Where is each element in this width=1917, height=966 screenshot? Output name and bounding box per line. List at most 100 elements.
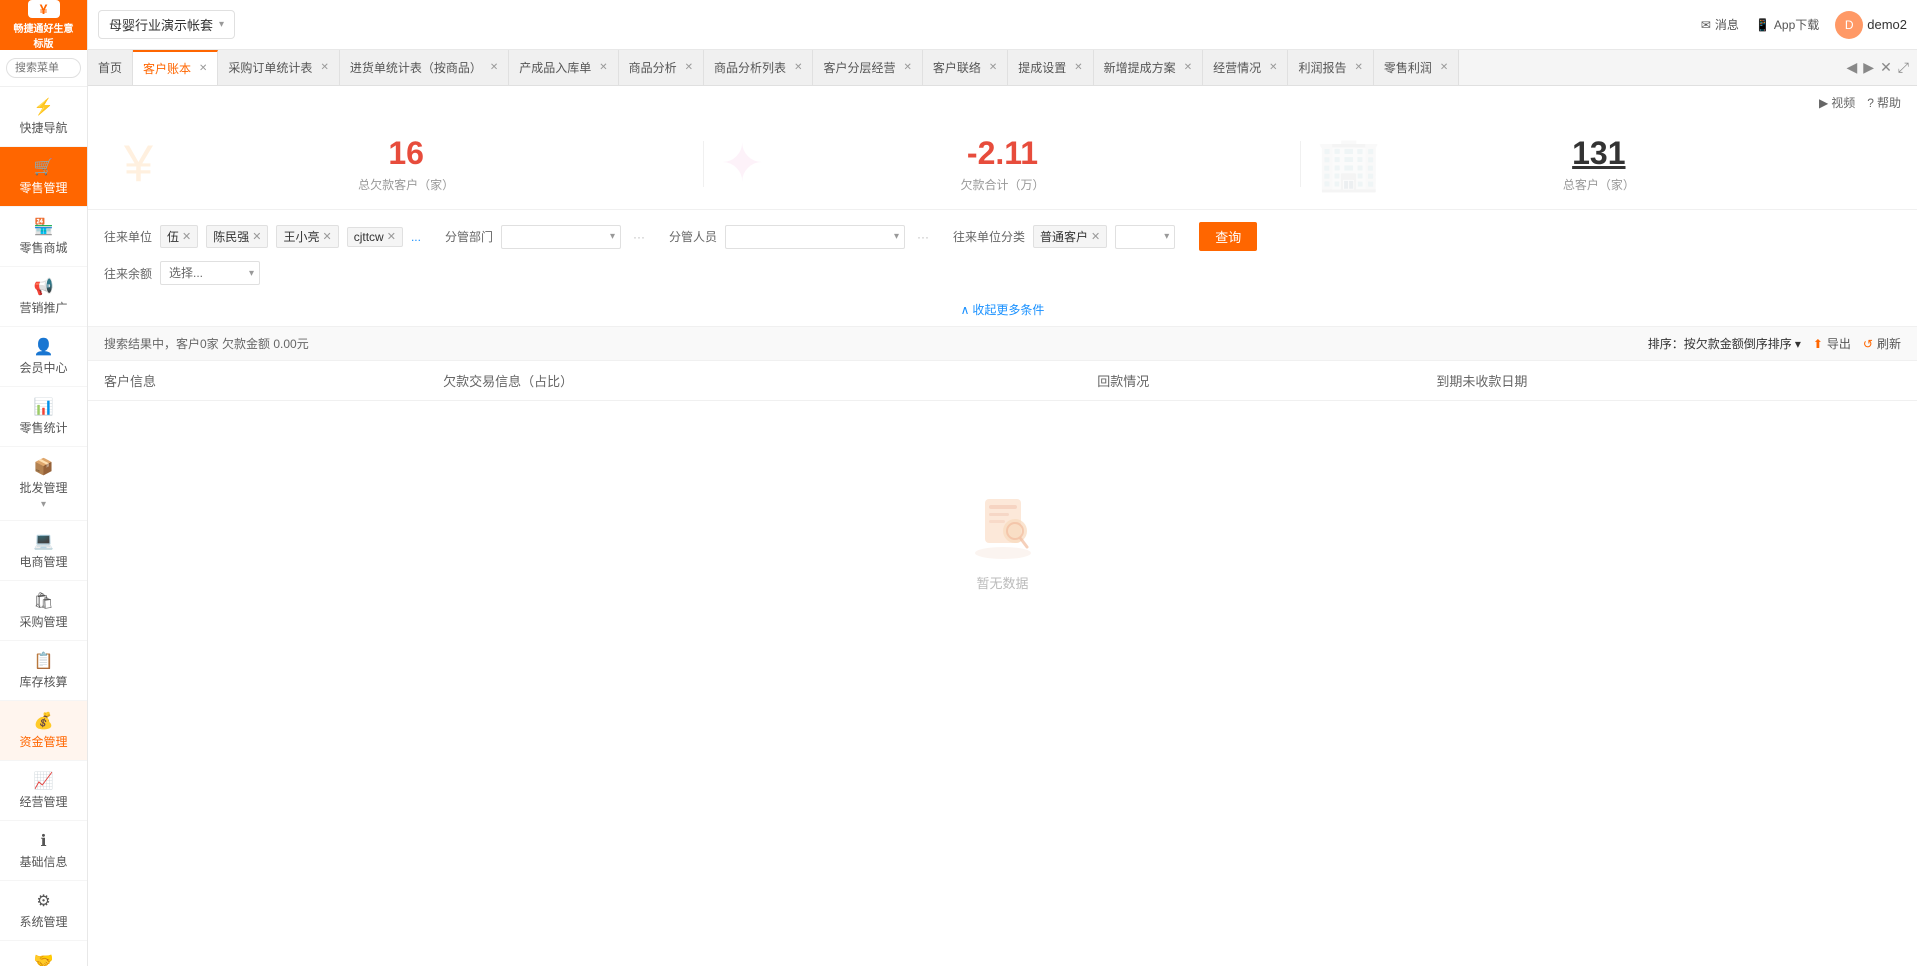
message-button[interactable]: ✉ 消息 [1701,16,1739,33]
sidebar-item-ecommerce[interactable]: 💻 电商管理 [0,521,87,581]
tab-customer-ledger[interactable]: 客户账本 ✕ [133,50,218,85]
sidebar-item-label: 营销推广 [0,299,87,316]
sidebar-item-inventory[interactable]: 📋 库存核算 [0,641,87,701]
sidebar-item-basic-info[interactable]: ℹ 基础信息 [0,821,87,881]
remove-tag-cjttcw[interactable]: ✕ [387,230,396,243]
close-icon[interactable]: ✕ [1440,62,1448,73]
remove-tag-wang[interactable]: ✕ [323,230,332,243]
tab-operations[interactable]: 经营情况 ✕ [1203,50,1288,85]
tab-product-analysis-list[interactable]: 商品分析列表 ✕ [704,50,813,85]
sidebar-item-business-mgmt[interactable]: 📈 经营管理 [0,761,87,821]
sidebar-item-enterprise-collab[interactable]: 🤝 企业协同 [0,941,87,966]
sort-selector[interactable]: 排序：按欠款金额倒序排序 ▾ [1648,335,1801,352]
collapse-arrow-icon: ∧ [961,303,970,317]
empty-state: 暂无数据 [88,401,1917,652]
close-icon[interactable]: ✕ [794,62,802,73]
tab-home[interactable]: 首页 [88,50,133,85]
balance-select[interactable]: 选择... [160,261,260,285]
close-icon[interactable]: ✕ [903,62,911,73]
video-help-button[interactable]: ▶ 视频 [1819,94,1855,111]
tab-product-inbound[interactable]: 产成品入库单 ✕ [509,50,618,85]
tab-customer-tier[interactable]: 客户分层经营 ✕ [813,50,922,85]
close-icon[interactable]: ✕ [490,62,498,73]
remove-tag-wu[interactable]: ✕ [182,230,191,243]
account-selector[interactable]: 母婴行业演示帐套 ▾ [98,10,235,39]
close-icon[interactable]: ✕ [1184,62,1192,73]
tab-stock-stats[interactable]: 进货单统计表（按商品） ✕ [340,50,509,85]
tab-profit-report[interactable]: 利润报告 ✕ [1288,50,1373,85]
category-select-wrapper[interactable] [1115,225,1175,249]
user-menu[interactable]: D demo2 [1835,11,1907,39]
dept-select[interactable] [501,225,621,249]
close-icon[interactable]: ✕ [685,62,693,73]
tab-retail-profit[interactable]: 零售利润 ✕ [1374,50,1459,85]
wholesale-icon: 📦 [0,457,87,477]
tab-customer-contact[interactable]: 客户联络 ✕ [923,50,1008,85]
dept-select-wrapper[interactable] [501,225,621,249]
sidebar-item-wholesale[interactable]: 📦 批发管理 ▾ [0,447,87,521]
sidebar-item-finance[interactable]: 💰 资金管理 [0,701,87,761]
sidebar-item-retail-mgmt[interactable]: 🛒 零售管理 [0,147,87,207]
sidebar-item-label: 资金管理 [0,733,87,750]
tab-customer-ledger-close[interactable]: ✕ [199,63,207,74]
sidebar-item-marketing[interactable]: 📢 营销推广 [0,267,87,327]
help-button[interactable]: ? 帮助 [1867,94,1901,111]
stat-label-debt: 欠款合计（万） [704,176,1300,193]
remove-tag-normal-customer[interactable]: ✕ [1091,230,1100,243]
close-icon[interactable]: ✕ [1269,62,1277,73]
category-select[interactable] [1115,225,1175,249]
collapse-button[interactable]: ∧ 收起更多条件 [961,301,1045,318]
tab-new-commission[interactable]: 新增提成方案 ✕ [1094,50,1203,85]
tab-product-analysis[interactable]: 商品分析 ✕ [619,50,704,85]
app-download-button[interactable]: 📱 App下载 [1755,16,1819,33]
dept-clear-icon[interactable]: ··· [633,230,645,244]
close-icon[interactable]: ✕ [989,62,997,73]
marketing-icon: 📢 [0,277,87,297]
selector-arrow-icon: ▾ [219,19,224,30]
col-customer-info: 客户信息 [88,361,427,401]
person-select-wrapper[interactable] [725,225,905,249]
tab-commission-settings[interactable]: 提成设置 ✕ [1008,50,1093,85]
close-icon[interactable]: ✕ [320,62,328,73]
query-button[interactable]: 查询 [1199,222,1257,251]
account-label: 母婴行业演示帐套 [109,15,213,34]
sidebar-item-purchase[interactable]: 🛍 采购管理 [0,581,87,641]
close-icon[interactable]: ✕ [1074,62,1082,73]
sidebar-item-label: 零售管理 [0,179,87,196]
refresh-button[interactable]: ↺ 刷新 [1863,335,1901,352]
logo-text: 畅捷通好生意 [14,20,74,35]
sidebar-item-label: 快捷导航 [0,119,87,136]
search-input[interactable] [6,58,81,78]
empty-text: 暂无数据 [976,573,1028,592]
filter-tag-chen: 陈民强 ✕ [206,225,268,248]
tab-expand-icon[interactable]: ⤢ [1898,59,1909,76]
tab-close-all-icon[interactable]: ✕ [1880,59,1892,76]
message-icon: ✉ [1701,18,1711,32]
sidebar-item-quick-nav[interactable]: ⚡ 快捷导航 [0,87,87,147]
sidebar: ¥ 畅捷通好生意 标版 ⚡ 快捷导航 🛒 零售管理 🏪 零售商城 📢 营销推广 … [0,0,88,966]
username-label: demo2 [1867,17,1907,32]
sort-label: 排序：按欠款金额倒序排序 [1648,335,1792,352]
sidebar-item-retail-mall[interactable]: 🏪 零售商城 [0,207,87,267]
sidebar-item-system[interactable]: ⚙ 系统管理 [0,881,87,941]
data-table: 客户信息 欠款交易信息（占比） 回款情况 到期未收款日期 [88,361,1917,652]
close-icon[interactable]: ✕ [599,62,607,73]
result-bar: 搜索结果中，客户0家 欠款金额 0.00元 排序：按欠款金额倒序排序 ▾ ⬆ 导… [88,326,1917,361]
filter-tag-wang: 王小亮 ✕ [276,225,338,248]
person-clear-icon[interactable]: ··· [917,230,929,244]
export-icon: ⬆ [1813,337,1823,351]
close-icon[interactable]: ✕ [1355,62,1363,73]
sidebar-search-wrapper[interactable] [0,50,87,87]
collapse-row: ∧ 收起更多条件 [104,295,1901,326]
tab-purchase-order-stats[interactable]: 采购订单统计表 ✕ [218,50,339,85]
person-select[interactable] [725,225,905,249]
remove-tag-chen[interactable]: ✕ [252,230,261,243]
tab-label: 产成品入库单 [519,59,591,76]
balance-select-wrapper[interactable]: 选择... [160,261,260,285]
export-button[interactable]: ⬆ 导出 [1813,335,1851,352]
tab-next-icon[interactable]: ▶ [1863,59,1874,76]
sidebar-item-member[interactable]: 👤 会员中心 [0,327,87,387]
more-tags-button[interactable]: ... [411,230,421,244]
tab-prev-icon[interactable]: ◀ [1847,59,1858,76]
sidebar-item-retail-stats[interactable]: 📊 零售统计 [0,387,87,447]
